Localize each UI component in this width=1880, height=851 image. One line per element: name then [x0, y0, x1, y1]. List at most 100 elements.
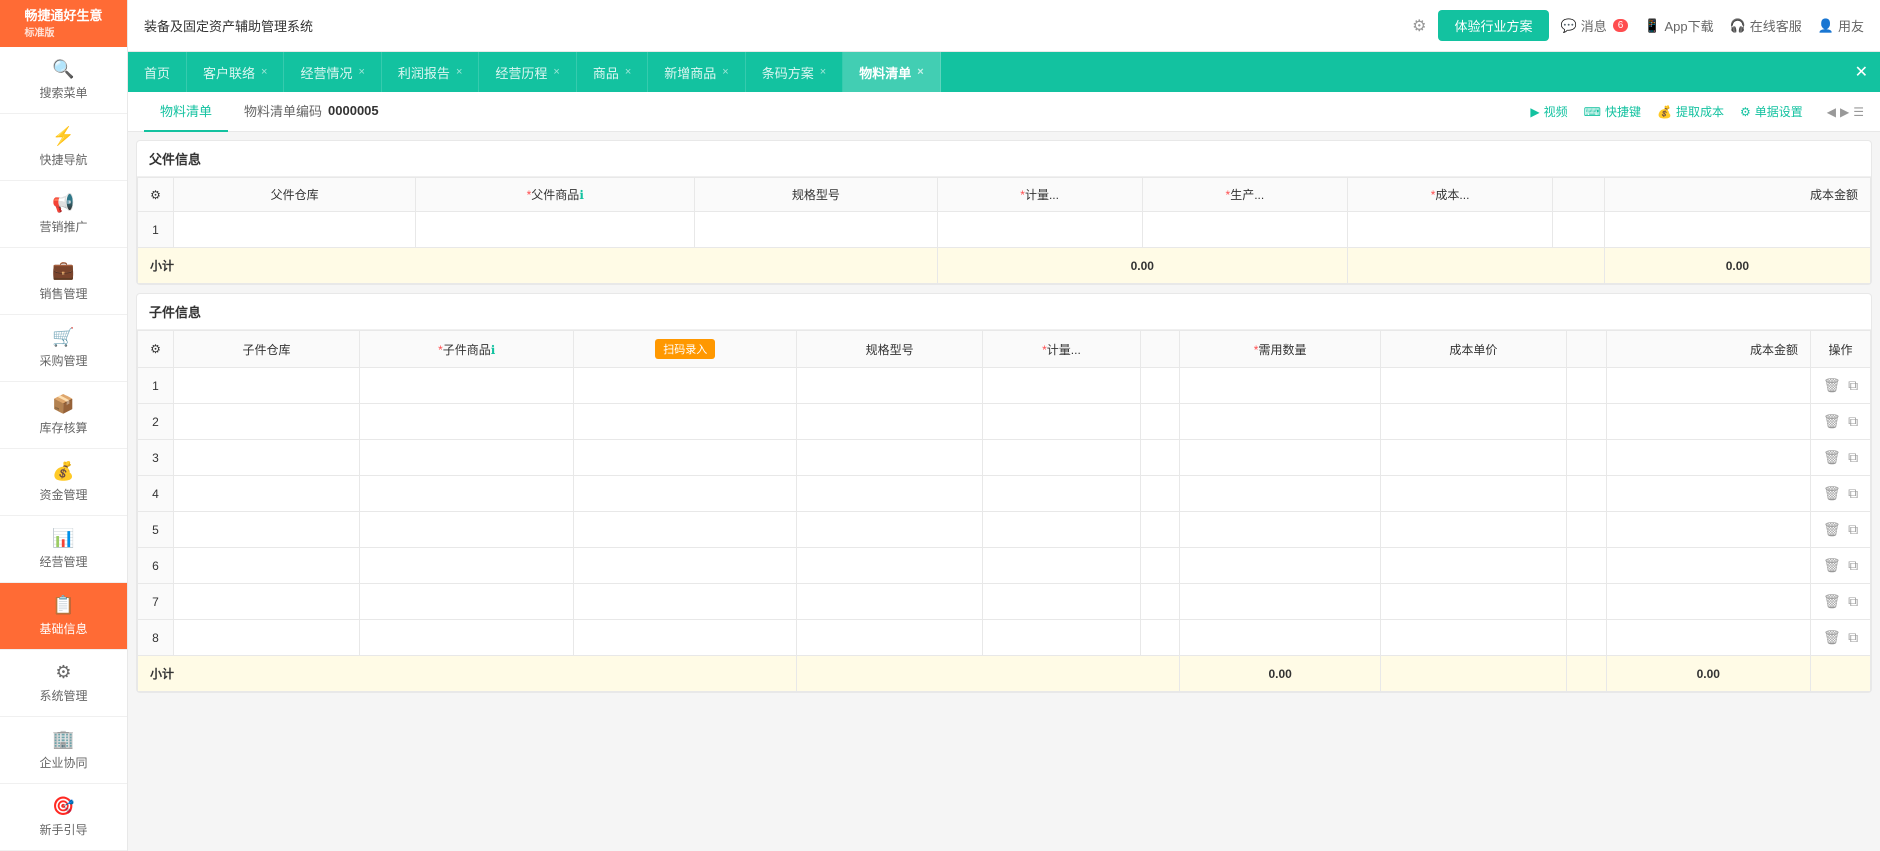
tab-bom-code[interactable]: 物料清单编码 0000005 [228, 92, 395, 132]
close-tab-new_goods[interactable]: × [722, 66, 728, 78]
sidebar-item-operations[interactable]: 📊经营管理 [0, 516, 127, 583]
delete-icon-8[interactable]: 🗑 [1823, 629, 1841, 645]
parent-product-1[interactable] [416, 212, 695, 248]
close-tab-profit[interactable]: × [456, 66, 462, 78]
child-unit-2[interactable] [983, 404, 1141, 440]
nav-tab-customer[interactable]: 客户联络× [187, 52, 284, 92]
sidebar-item-basic_info[interactable]: 📋基础信息 [0, 583, 127, 650]
child-warehouse-8[interactable] [174, 620, 360, 656]
child-warehouse-6[interactable] [174, 548, 360, 584]
child-unit-cost-5[interactable] [1380, 512, 1566, 548]
parent-warehouse-1[interactable] [174, 212, 416, 248]
child-qty-7[interactable] [1180, 584, 1380, 620]
child-qty-8[interactable] [1180, 620, 1380, 656]
sidebar-item-quick_nav[interactable]: ⚡快捷导航 [0, 114, 127, 181]
child-warehouse-3[interactable] [174, 440, 360, 476]
parent-spec-1[interactable] [695, 212, 937, 248]
copy-icon-3[interactable]: ⧉ [1848, 449, 1858, 465]
child-spec-2[interactable] [797, 404, 983, 440]
child-spec-4[interactable] [797, 476, 983, 512]
close-tab-bom[interactable]: × [917, 66, 923, 78]
child-qty-6[interactable] [1180, 548, 1380, 584]
user-item[interactable]: 👤 用友 [1818, 16, 1864, 35]
child-unit-cost-1[interactable] [1380, 368, 1566, 404]
child-warehouse-2[interactable] [174, 404, 360, 440]
sidebar-item-marketing[interactable]: 📢营销推广 [0, 181, 127, 248]
child-product-1[interactable] [360, 368, 574, 404]
child-warehouse-1[interactable] [174, 368, 360, 404]
child-spec-3[interactable] [797, 440, 983, 476]
delete-icon-5[interactable]: 🗑 [1823, 521, 1841, 537]
nav-tab-history[interactable]: 经营历程× [479, 52, 576, 92]
settings-icon[interactable]: ⚙ [1412, 16, 1426, 36]
close-tab-barcode[interactable]: × [820, 66, 826, 78]
copy-icon-1[interactable]: ⧉ [1848, 377, 1858, 393]
sidebar-item-search[interactable]: 🔍搜索菜单 [0, 47, 127, 114]
child-unit-5[interactable] [983, 512, 1141, 548]
child-product-2[interactable] [360, 404, 574, 440]
child-unit-3[interactable] [983, 440, 1141, 476]
child-unit-cost-8[interactable] [1380, 620, 1566, 656]
message-item[interactable]: 💬 消息 6 [1561, 16, 1629, 35]
sidebar-item-enterprise[interactable]: 🏢企业协同 [0, 717, 127, 784]
child-unit-cost-4[interactable] [1380, 476, 1566, 512]
child-product-6[interactable] [360, 548, 574, 584]
child-qty-1[interactable] [1180, 368, 1380, 404]
cost-action[interactable]: 💰 提取成本 [1657, 103, 1724, 120]
close-tab-operation[interactable]: × [358, 66, 364, 78]
child-unit-8[interactable] [983, 620, 1141, 656]
copy-icon-6[interactable]: ⧉ [1848, 557, 1858, 573]
child-col-scan[interactable]: 扫码录入 [574, 331, 797, 368]
delete-icon-1[interactable]: 🗑 [1823, 377, 1841, 393]
scan-button[interactable]: 扫码录入 [655, 339, 715, 359]
sidebar-item-purchase[interactable]: 🛒采购管理 [0, 315, 127, 382]
delete-icon-6[interactable]: 🗑 [1823, 557, 1841, 573]
copy-icon-2[interactable]: ⧉ [1848, 413, 1858, 429]
child-warehouse-7[interactable] [174, 584, 360, 620]
video-action[interactable]: ▶ 视频 [1530, 103, 1567, 120]
nav-tab-home[interactable]: 首页 [128, 52, 187, 92]
copy-icon-7[interactable]: ⧉ [1848, 593, 1858, 609]
close-tab-goods[interactable]: × [625, 66, 631, 78]
child-spec-6[interactable] [797, 548, 983, 584]
child-qty-5[interactable] [1180, 512, 1380, 548]
shortcuts-action[interactable]: ⌨ 快捷键 [1584, 103, 1641, 120]
child-spec-8[interactable] [797, 620, 983, 656]
child-qty-4[interactable] [1180, 476, 1380, 512]
child-unit-1[interactable] [983, 368, 1141, 404]
copy-icon-8[interactable]: ⧉ [1848, 629, 1858, 645]
parent-production-1[interactable] [1142, 212, 1347, 248]
close-tab-history[interactable]: × [553, 66, 559, 78]
child-qty-3[interactable] [1180, 440, 1380, 476]
child-unit-6[interactable] [983, 548, 1141, 584]
nav-tab-bom[interactable]: 物料清单× [843, 52, 940, 92]
child-unit-cost-3[interactable] [1380, 440, 1566, 476]
next-page-btn[interactable]: ▶ [1840, 105, 1849, 119]
prev-page-btn[interactable]: ◀ [1827, 105, 1836, 119]
child-unit-cost-6[interactable] [1380, 548, 1566, 584]
sidebar-item-sales[interactable]: 💼销售管理 [0, 248, 127, 315]
close-all-tabs[interactable]: ✕ [1843, 62, 1880, 82]
app-download-item[interactable]: 📱 App下载 [1644, 16, 1713, 35]
close-tab-customer[interactable]: × [261, 66, 267, 78]
nav-tab-operation[interactable]: 经营情况× [284, 52, 381, 92]
nav-tab-goods[interactable]: 商品× [577, 52, 648, 92]
child-unit-7[interactable] [983, 584, 1141, 620]
child-qty-2[interactable] [1180, 404, 1380, 440]
child-col-settings[interactable]: ⚙ [138, 331, 174, 368]
sidebar-item-inventory[interactable]: 📦库存核算 [0, 382, 127, 449]
trial-button[interactable]: 体验行业方案 [1438, 10, 1548, 41]
child-spec-7[interactable] [797, 584, 983, 620]
child-unit-4[interactable] [983, 476, 1141, 512]
nav-tab-profit[interactable]: 利润报告× [382, 52, 479, 92]
child-product-8[interactable] [360, 620, 574, 656]
copy-icon-5[interactable]: ⧉ [1848, 521, 1858, 537]
tab-bom-list[interactable]: 物料清单 [144, 92, 228, 132]
online-service-item[interactable]: 🎧 在线客服 [1730, 16, 1802, 35]
child-product-5[interactable] [360, 512, 574, 548]
child-warehouse-4[interactable] [174, 476, 360, 512]
nav-tab-new_goods[interactable]: 新增商品× [648, 52, 745, 92]
parent-cost-1[interactable] [1347, 212, 1552, 248]
child-spec-1[interactable] [797, 368, 983, 404]
child-spec-5[interactable] [797, 512, 983, 548]
